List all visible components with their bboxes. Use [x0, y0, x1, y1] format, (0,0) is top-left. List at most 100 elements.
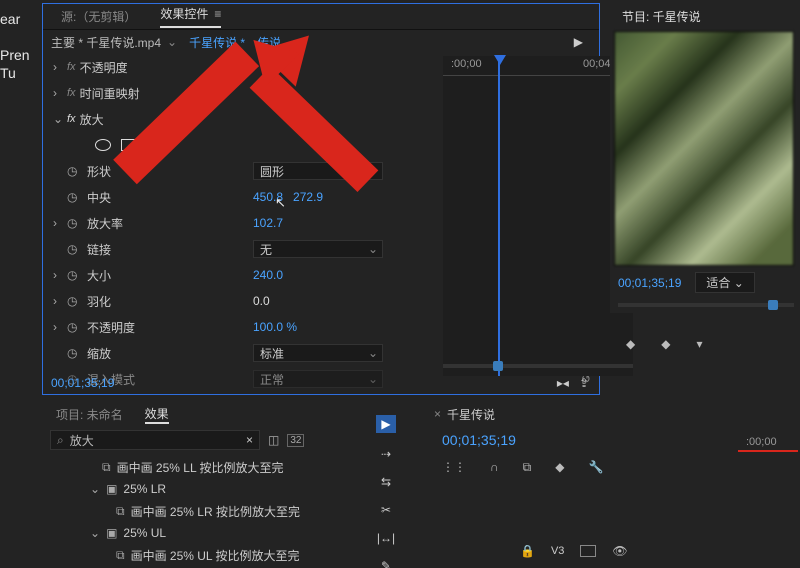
- mark-in-icon[interactable]: ◆: [626, 337, 635, 351]
- breadcrumb: 主要 * 千星传说.mp4 ⌄ 千星传说 * 传说… ▶: [43, 30, 599, 54]
- mark-out-icon[interactable]: ◆: [661, 337, 670, 351]
- search-icon: ⌕: [57, 433, 64, 448]
- breadcrumb-master[interactable]: 主要 * 千星传说.mp4: [51, 34, 161, 51]
- blend-dropdown[interactable]: 正常⌄: [253, 370, 383, 388]
- tools-toolbar: ▶ ⇢ ⇆ ✂ |↔| ✎: [372, 415, 400, 568]
- clear-icon[interactable]: ×: [246, 433, 253, 447]
- ec-tabs: 源:（无剪辑） 效果控件≡: [43, 4, 599, 30]
- expand-icon[interactable]: ›: [53, 268, 67, 282]
- mask-rect-icon[interactable]: [121, 139, 137, 151]
- list-item[interactable]: ⧉画中画 25% UL 按比例放大至完: [102, 544, 360, 566]
- sequence-panel: ×千星传说 00;01;35;19 ⋮⋮ ∩ ⧉ ◆ 🔧 :00;00 🔒 V3…: [420, 402, 798, 566]
- chevron-down-icon: ⌄: [368, 372, 378, 386]
- expand-icon[interactable]: ›: [53, 216, 67, 230]
- shape-dropdown[interactable]: 圆形⌄: [253, 162, 383, 180]
- stopwatch-icon[interactable]: ◷: [67, 190, 81, 204]
- mask-pen-icon[interactable]: ✎: [147, 139, 163, 151]
- size-value[interactable]: 240.0: [253, 268, 283, 282]
- chevron-down-icon: ⌄: [368, 242, 378, 256]
- tab-effect-controls[interactable]: 效果控件≡: [160, 5, 221, 28]
- stopwatch-icon[interactable]: ◷: [67, 268, 81, 282]
- list-item[interactable]: ⧉画中画 25% LR 按比例放大至完: [102, 500, 360, 522]
- track-output-icon[interactable]: [580, 545, 596, 557]
- eye-icon[interactable]: 👁: [612, 544, 627, 558]
- effects-results: ⧉画中画 25% LL 按比例放大至完 ⌄▣25% LR ⧉画中画 25% LR…: [42, 454, 360, 566]
- folder-icon: ▣: [106, 526, 117, 540]
- list-item[interactable]: ⌄▣25% UL: [102, 522, 360, 544]
- lp-tabs: 项目: 未命名 效果: [42, 402, 360, 426]
- close-icon[interactable]: ×: [434, 407, 441, 421]
- ec-mini-timeline[interactable]: :00;00 00;04: [443, 56, 633, 376]
- yuv-icon[interactable]: ◫: [268, 433, 279, 447]
- breadcrumb-clip2[interactable]: 传说…: [257, 34, 293, 51]
- ec-scrubber[interactable]: [443, 364, 633, 368]
- stopwatch-icon[interactable]: ◷: [67, 164, 81, 178]
- add-marker-icon[interactable]: ▾: [696, 337, 702, 351]
- linked-selection-icon[interactable]: ⧉: [523, 460, 532, 475]
- program-timecode[interactable]: 00;01;35;19: [618, 276, 681, 290]
- list-item[interactable]: ⧉画中画 25% LL 按比例放大至完: [102, 456, 360, 478]
- track-select-icon[interactable]: ⇢: [376, 447, 396, 461]
- slip-tool-icon[interactable]: |↔|: [376, 531, 396, 545]
- effects-search-input[interactable]: ⌕ 放大 ×: [50, 430, 260, 450]
- magnet-icon[interactable]: ∩: [490, 460, 499, 475]
- settings-icon[interactable]: 🔧: [588, 460, 603, 475]
- feather-value[interactable]: 0.0: [253, 294, 270, 308]
- stopwatch-icon[interactable]: ◷: [67, 320, 81, 334]
- timeline-ruler[interactable]: :00;00 00;04: [443, 56, 633, 76]
- stopwatch-icon[interactable]: ◷: [67, 294, 81, 308]
- collapse-icon[interactable]: ⌄: [90, 482, 100, 496]
- program-preview[interactable]: [614, 31, 794, 266]
- snap-icon[interactable]: ⋮⋮: [442, 460, 466, 475]
- track-label: V3: [551, 545, 564, 557]
- chevron-down-icon[interactable]: ⌄: [167, 35, 177, 49]
- preset-icon: ⧉: [116, 548, 125, 563]
- breadcrumb-clip1[interactable]: 千星传说 *: [189, 34, 245, 51]
- sequence-tab[interactable]: ×千星传说: [420, 402, 798, 426]
- ripple-edit-icon[interactable]: ⇆: [376, 475, 396, 489]
- expand-icon[interactable]: ›: [53, 294, 67, 308]
- program-tab[interactable]: 节目: 千星传说: [610, 3, 798, 29]
- center-x-value[interactable]: 450.8 272.9: [253, 190, 323, 204]
- fx-icon: fx: [67, 113, 76, 125]
- fx-icon: fx: [67, 87, 76, 99]
- preset-icon: ⧉: [102, 460, 111, 475]
- razor-tool-icon[interactable]: ✂: [376, 503, 396, 517]
- track-header-v3[interactable]: 🔒 V3 👁: [520, 544, 628, 558]
- scale-dropdown[interactable]: 标准⌄: [253, 344, 383, 362]
- tab-effects[interactable]: 效果: [145, 405, 169, 424]
- expand-icon[interactable]: ›: [53, 320, 67, 334]
- selection-tool-icon[interactable]: ▶: [376, 415, 396, 433]
- stopwatch-icon[interactable]: ◷: [67, 216, 81, 230]
- mask-ellipse-icon[interactable]: [95, 139, 111, 151]
- expand-icon[interactable]: ›: [53, 60, 67, 74]
- marker-icon[interactable]: ◆: [555, 460, 564, 475]
- list-item[interactable]: ⌄▣25% LR: [102, 478, 360, 500]
- magnification-value[interactable]: 102.7: [253, 216, 283, 230]
- tab-project[interactable]: 项目: 未命名: [56, 406, 123, 423]
- stopwatch-icon[interactable]: ◷: [67, 242, 81, 256]
- lock-icon[interactable]: 🔒: [520, 544, 535, 558]
- export-icon[interactable]: ⇪: [579, 376, 589, 390]
- ec-timecode[interactable]: 00;01;35;19: [51, 376, 114, 390]
- playhead[interactable]: [498, 56, 500, 376]
- sequence-ruler[interactable]: :00;00: [738, 432, 798, 452]
- program-monitor-panel: 节目: 千星传说 00;01;35;19 适合 ⌄ ◆ ◆ ▾: [610, 3, 798, 313]
- expand-icon[interactable]: ›: [53, 86, 67, 100]
- hamburger-icon[interactable]: ≡: [214, 7, 221, 21]
- collapse-icon[interactable]: ⌄: [90, 526, 100, 540]
- transition-icon[interactable]: ▸◂: [557, 376, 569, 390]
- sequence-toolbar: ⋮⋮ ∩ ⧉ ◆ 🔧: [420, 454, 798, 481]
- collapse-icon[interactable]: ⌄: [53, 112, 67, 126]
- zoom-fit-dropdown[interactable]: 适合 ⌄: [695, 272, 754, 293]
- 32-icon[interactable]: 32: [287, 434, 304, 447]
- program-scrubber[interactable]: [618, 303, 794, 307]
- pen-tool-icon[interactable]: ✎: [376, 559, 396, 568]
- fx-icon: fx: [67, 61, 76, 73]
- link-dropdown[interactable]: 无⌄: [253, 240, 383, 258]
- app-brand-fragment: ear Pren Tu: [0, 10, 40, 82]
- stopwatch-icon[interactable]: ◷: [67, 346, 81, 360]
- opacity-value[interactable]: 100.0 %: [253, 320, 297, 334]
- tab-source[interactable]: 源:（无剪辑）: [61, 8, 136, 25]
- play-icon[interactable]: ▶: [574, 35, 583, 49]
